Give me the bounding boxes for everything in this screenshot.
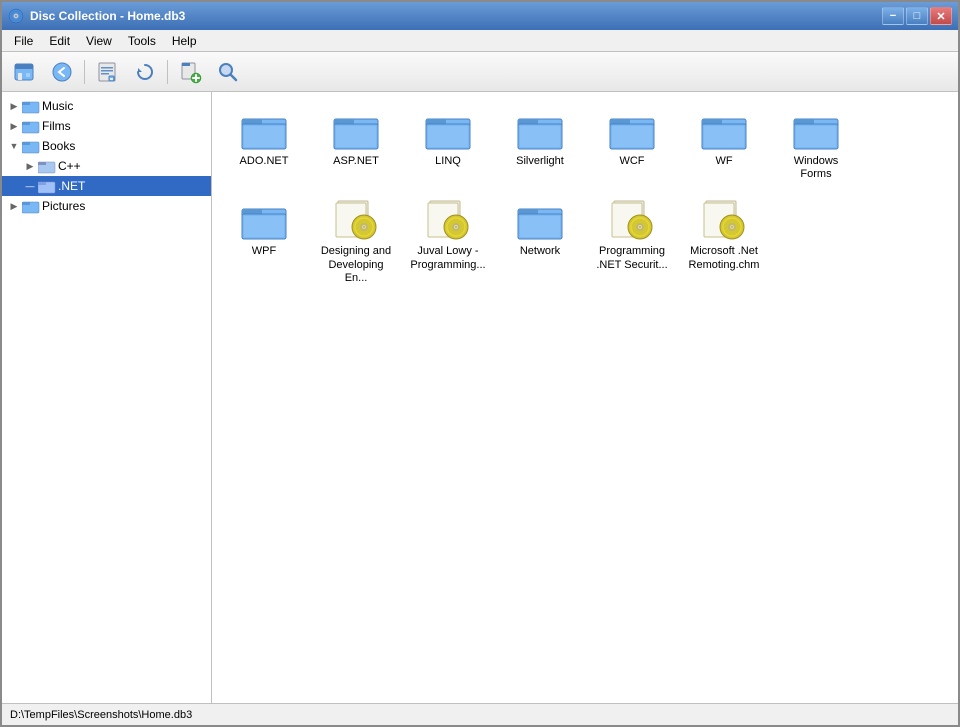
pictures-label: Pictures xyxy=(40,199,85,213)
file-juval-lowy-icon xyxy=(424,195,472,243)
properties-button[interactable] xyxy=(89,56,125,88)
search-icon xyxy=(216,60,240,84)
add-button[interactable] xyxy=(172,56,208,88)
add-icon xyxy=(178,60,202,84)
folder-wf[interactable]: WF xyxy=(680,100,768,186)
search-button[interactable] xyxy=(210,56,246,88)
books-toggle[interactable]: ▼ xyxy=(6,138,22,154)
dotnet-label: .NET xyxy=(56,179,85,193)
main-area: ▶ Music ▶ Films ▼ xyxy=(2,92,958,703)
cpp-label: C++ xyxy=(56,159,81,173)
maximize-button[interactable]: □ xyxy=(906,7,928,25)
menu-view[interactable]: View xyxy=(78,32,120,50)
window-title: Disc Collection - Home.db3 xyxy=(30,9,185,23)
properties-icon xyxy=(95,60,119,84)
file-juval-lowy[interactable]: Juval Lowy - Programming... xyxy=(404,190,492,290)
main-window: Disc Collection - Home.db3 − □ ✕ File Ed… xyxy=(0,0,960,727)
refresh-button[interactable] xyxy=(127,56,163,88)
title-bar: Disc Collection - Home.db3 − □ ✕ xyxy=(2,2,958,30)
sidebar-item-books[interactable]: ▼ Books xyxy=(2,136,211,156)
file-ms-net-remoting-icon xyxy=(700,195,748,243)
refresh-icon xyxy=(133,60,157,84)
folder-linq-label: LINQ xyxy=(435,155,461,168)
content-pane: ADO.NET ASP.NET xyxy=(212,92,958,703)
back-button[interactable] xyxy=(44,56,80,88)
music-label: Music xyxy=(40,99,73,113)
file-ms-net-remoting-label: Microsoft .Net Remoting.chm xyxy=(685,245,763,271)
toolbar-separator-2 xyxy=(167,60,168,84)
icon-grid: ADO.NET ASP.NET xyxy=(220,100,950,290)
file-network-icon xyxy=(516,195,564,243)
file-network-label: Network xyxy=(520,245,560,258)
folder-wcf-icon xyxy=(608,105,656,153)
books-label: Books xyxy=(40,139,75,153)
file-programming-net-icon xyxy=(608,195,656,243)
pictures-toggle[interactable]: ▶ xyxy=(6,198,22,214)
title-buttons: − □ ✕ xyxy=(882,7,952,25)
folder-wpf[interactable]: WPF xyxy=(220,190,308,290)
close-button[interactable]: ✕ xyxy=(930,7,952,25)
app-icon xyxy=(8,8,24,24)
folder-wcf[interactable]: WCF xyxy=(588,100,676,186)
folder-asp-net-icon xyxy=(332,105,380,153)
folder-asp-net-label: ASP.NET xyxy=(333,155,379,168)
back-icon xyxy=(50,60,74,84)
menu-tools[interactable]: Tools xyxy=(120,32,164,50)
folder-silverlight-icon xyxy=(516,105,564,153)
file-network[interactable]: Network xyxy=(496,190,584,290)
folder-wf-icon xyxy=(700,105,748,153)
music-toggle[interactable]: ▶ xyxy=(6,98,22,114)
minimize-button[interactable]: − xyxy=(882,7,904,25)
films-label: Films xyxy=(40,119,71,133)
sidebar-item-dotnet[interactable]: — .NET xyxy=(2,176,211,196)
sidebar: ▶ Music ▶ Films ▼ xyxy=(2,92,212,703)
home-icon xyxy=(12,60,36,84)
books-folder-icon xyxy=(22,138,40,154)
dotnet-toggle[interactable]: — xyxy=(22,178,38,194)
folder-linq-icon xyxy=(424,105,472,153)
title-bar-left: Disc Collection - Home.db3 xyxy=(8,8,185,24)
menu-edit[interactable]: Edit xyxy=(41,32,78,50)
menu-file[interactable]: File xyxy=(6,32,41,50)
file-juval-lowy-label: Juval Lowy - Programming... xyxy=(409,245,487,271)
films-folder-icon xyxy=(22,118,40,134)
file-designing-label: Designing and Developing En... xyxy=(317,245,395,285)
folder-wpf-label: WPF xyxy=(252,245,276,258)
pictures-folder-icon xyxy=(22,198,40,214)
folder-ado-net[interactable]: ADO.NET xyxy=(220,100,308,186)
folder-windows-forms[interactable]: Windows Forms xyxy=(772,100,860,186)
cpp-toggle[interactable]: ▶ xyxy=(22,158,38,174)
folder-silverlight[interactable]: Silverlight xyxy=(496,100,584,186)
sidebar-item-music[interactable]: ▶ Music xyxy=(2,96,211,116)
file-designing[interactable]: Designing and Developing En... xyxy=(312,190,400,290)
folder-asp-net[interactable]: ASP.NET xyxy=(312,100,400,186)
toolbar xyxy=(2,52,958,92)
folder-windows-forms-label: Windows Forms xyxy=(777,155,855,181)
sidebar-item-films[interactable]: ▶ Films xyxy=(2,116,211,136)
dotnet-folder-icon xyxy=(38,178,56,194)
status-text: D:\TempFiles\Screenshots\Home.db3 xyxy=(10,709,192,721)
file-ms-net-remoting[interactable]: Microsoft .Net Remoting.chm xyxy=(680,190,768,290)
folder-wcf-label: WCF xyxy=(619,155,644,168)
films-toggle[interactable]: ▶ xyxy=(6,118,22,134)
folder-silverlight-label: Silverlight xyxy=(516,155,564,168)
toolbar-separator-1 xyxy=(84,60,85,84)
file-designing-icon xyxy=(332,195,380,243)
folder-ado-net-label: ADO.NET xyxy=(240,155,289,168)
cpp-folder-icon xyxy=(38,158,56,174)
folder-wpf-icon xyxy=(240,195,288,243)
folder-ado-net-icon xyxy=(240,105,288,153)
folder-wf-label: WF xyxy=(715,155,732,168)
home-button[interactable] xyxy=(6,56,42,88)
sidebar-item-pictures[interactable]: ▶ Pictures xyxy=(2,196,211,216)
status-bar: D:\TempFiles\Screenshots\Home.db3 xyxy=(2,703,958,725)
file-programming-net[interactable]: Programming .NET Securit... xyxy=(588,190,676,290)
sidebar-item-cpp[interactable]: ▶ C++ xyxy=(2,156,211,176)
folder-windows-forms-icon xyxy=(792,105,840,153)
menu-bar: File Edit View Tools Help xyxy=(2,30,958,52)
menu-help[interactable]: Help xyxy=(164,32,205,50)
music-folder-icon xyxy=(22,98,40,114)
folder-linq[interactable]: LINQ xyxy=(404,100,492,186)
file-programming-net-label: Programming .NET Securit... xyxy=(593,245,671,271)
